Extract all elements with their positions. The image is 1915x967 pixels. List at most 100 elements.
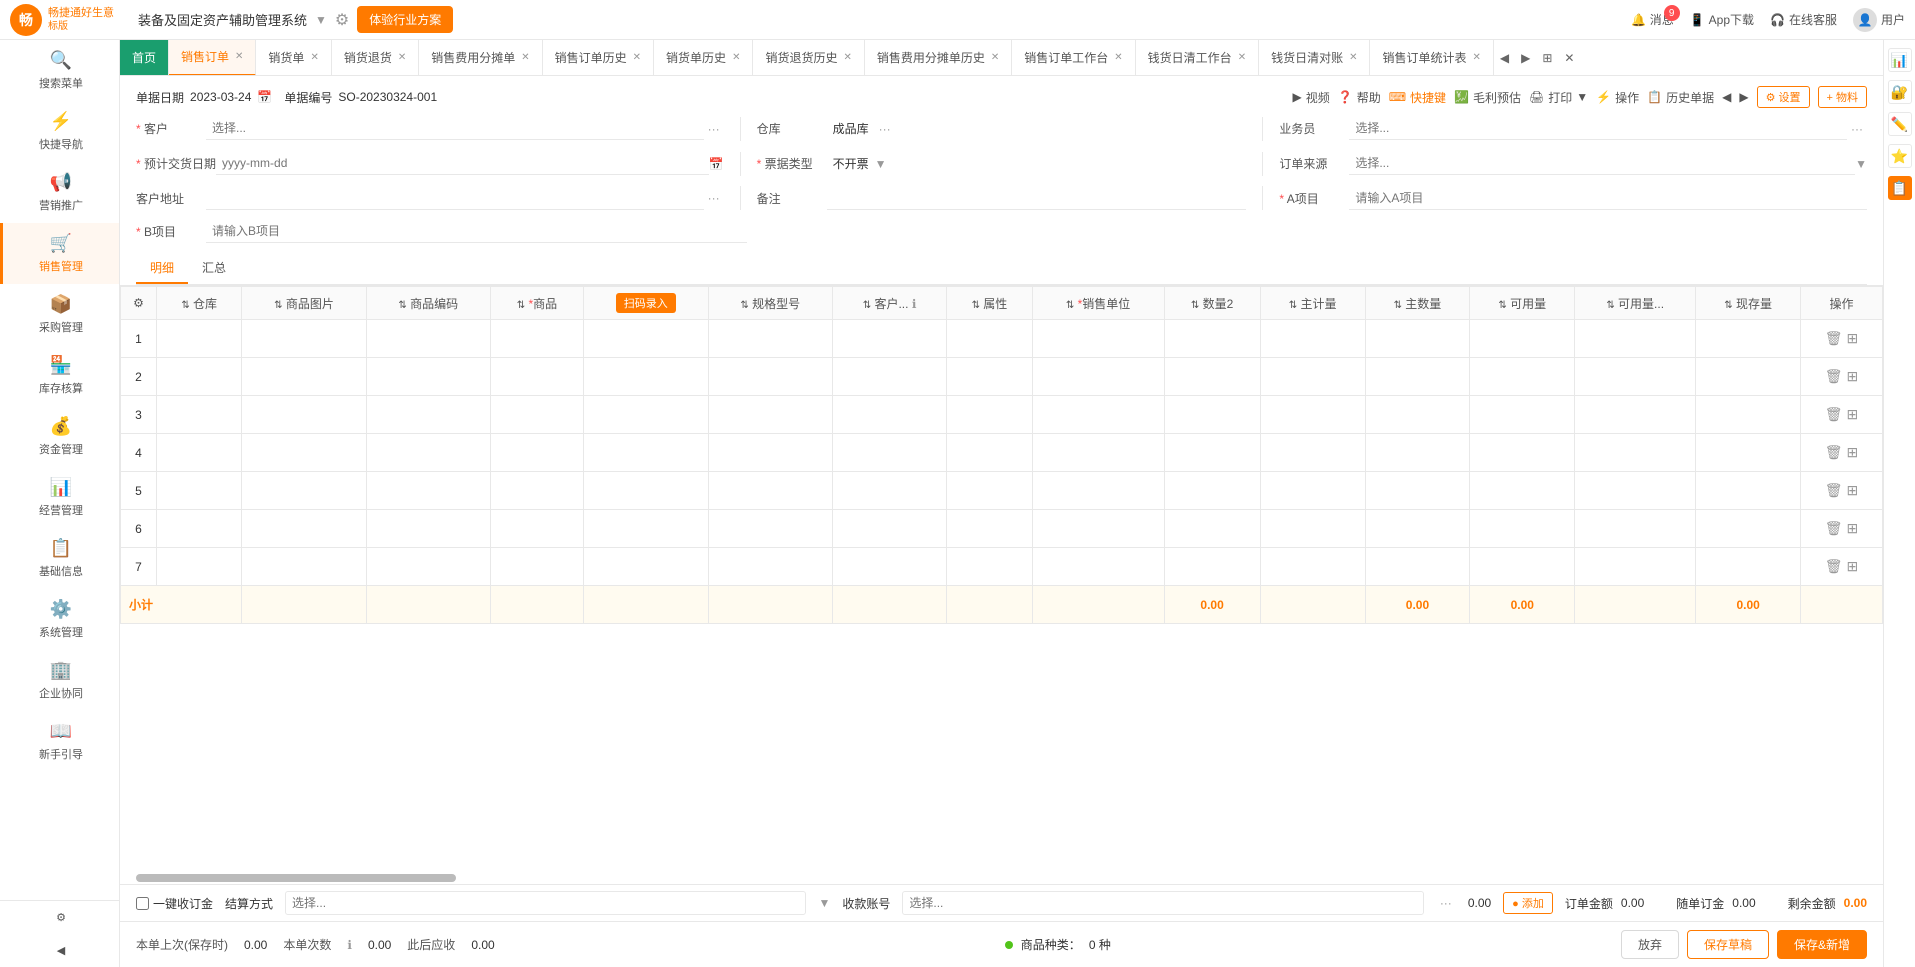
sort-icon[interactable]: ⇅ <box>1606 300 1614 311</box>
tab-nav-close-all[interactable]: ✕ <box>1558 51 1580 65</box>
sort-icon[interactable]: ⇅ <box>1066 300 1074 311</box>
sort-icon[interactable]: ⇅ <box>740 300 748 311</box>
history-btn[interactable]: 📋 历史单据 <box>1647 89 1714 106</box>
sidebar-item-marketing[interactable]: 📢 营销推广 <box>0 162 119 223</box>
row-product-image[interactable] <box>242 320 366 358</box>
address-more-icon[interactable]: ··· <box>704 191 724 205</box>
note-input[interactable] <box>827 187 1247 210</box>
invoice-dropdown-icon[interactable]: ▼ <box>875 157 887 171</box>
sort-icon[interactable]: ⇅ <box>1289 300 1297 311</box>
sort-icon[interactable]: ⇅ <box>863 300 871 311</box>
tab-close-icon[interactable]: ✕ <box>633 52 641 63</box>
sidebar-item-operations[interactable]: 📊 经营管理 <box>0 467 119 528</box>
sidebar-item-system[interactable]: ⚙️ 系统管理 <box>0 589 119 650</box>
tab-nav-prev[interactable]: ◀ <box>1494 51 1515 65</box>
warehouse-more-icon[interactable]: ··· <box>875 122 895 136</box>
row-spec[interactable] <box>708 320 832 358</box>
row-available-qty[interactable] <box>1575 320 1696 358</box>
tab-close-icon[interactable]: ✕ <box>398 52 406 63</box>
tab-close-icon[interactable]: ✕ <box>1349 52 1357 63</box>
calendar-icon[interactable]: 📅 <box>257 90 272 104</box>
bank-more-icon[interactable]: ··· <box>1436 896 1456 910</box>
add-payment-button[interactable]: ● 添加 <box>1503 892 1553 914</box>
row-main-unit[interactable] <box>1260 320 1365 358</box>
row-main-quantity[interactable] <box>1365 320 1470 358</box>
customer-input[interactable] <box>206 117 704 140</box>
tab-sales-summary[interactable]: 销售订单统计表 ✕ <box>1370 40 1493 76</box>
info-icon[interactable]: ℹ <box>912 297 917 311</box>
right-panel-icon-1[interactable]: 📊 <box>1888 48 1912 72</box>
row-copy-btn[interactable]: ⊞ <box>1847 330 1859 347</box>
sort-icon[interactable]: ⇅ <box>1394 300 1402 311</box>
nav-prev[interactable]: ◀ <box>1722 90 1731 104</box>
tab-fee-split[interactable]: 销售费用分摊单 ✕ <box>419 40 542 76</box>
tab-detail[interactable]: 明细 <box>136 253 188 284</box>
row-delete-btn[interactable]: 🗑 <box>1825 482 1843 499</box>
row-customer-code[interactable] <box>832 320 946 358</box>
row-copy-btn[interactable]: ⊞ <box>1847 520 1859 537</box>
sidebar-item-finance[interactable]: 💰 资金管理 <box>0 406 119 467</box>
payment-dropdown-icon[interactable]: ▼ <box>818 896 830 910</box>
scan-button[interactable]: 扫码录入 <box>616 293 676 313</box>
row-delete-btn[interactable]: 🗑 <box>1825 520 1843 537</box>
tab-return-history[interactable]: 销货单历史 ✕ <box>654 40 753 76</box>
info-icon-2[interactable]: ℹ <box>347 938 352 952</box>
row-delete-btn[interactable]: 🗑 <box>1825 368 1843 385</box>
tab-close-icon[interactable]: ✕ <box>310 52 318 63</box>
horizontal-scrollbar[interactable] <box>136 874 456 882</box>
tab-sales-return[interactable]: 销货单 ✕ <box>256 40 331 76</box>
a-project-input[interactable] <box>1349 187 1867 210</box>
right-panel-icon-2[interactable]: 🔐 <box>1888 80 1912 104</box>
row-sales-unit[interactable] <box>1032 320 1164 358</box>
salesperson-input[interactable] <box>1349 117 1847 140</box>
tab-summary[interactable]: 汇总 <box>188 253 240 284</box>
right-panel-icon-5[interactable]: 📋 <box>1888 176 1912 200</box>
tab-sales-order[interactable]: 销售订单 ✕ <box>169 40 256 76</box>
sidebar-item-guide[interactable]: 📖 新手引导 <box>0 711 119 772</box>
sidebar-item-inventory[interactable]: 🏪 库存核算 <box>0 345 119 406</box>
save-draft-button[interactable]: 保存草稿 <box>1687 930 1769 959</box>
row-copy-btn[interactable]: ⊞ <box>1847 368 1859 385</box>
row-product[interactable] <box>490 320 583 358</box>
row-attributes[interactable] <box>947 320 1032 358</box>
settings-icon[interactable]: ⚙ <box>335 10 349 30</box>
row-delete-btn[interactable]: 🗑 <box>1825 330 1843 347</box>
sort-icon[interactable]: ⇅ <box>517 300 525 311</box>
customer-more-icon[interactable]: ··· <box>704 122 724 136</box>
help-btn[interactable]: ❓ 帮助 <box>1338 89 1381 106</box>
tab-close-icon[interactable]: ✕ <box>991 52 999 63</box>
date-value[interactable]: 2023-03-24 <box>190 90 251 104</box>
one-click-payment-checkbox[interactable]: 一键收订金 <box>136 895 213 912</box>
b-project-input[interactable] <box>206 220 747 243</box>
date-icon[interactable]: 📅 <box>709 157 724 171</box>
tab-sales-refund[interactable]: 销货退货 ✕ <box>332 40 419 76</box>
bank-account-input[interactable] <box>902 891 1423 915</box>
sidebar-item-quick-nav[interactable]: ⚡ 快捷导航 <box>0 101 119 162</box>
row-available[interactable] <box>1470 320 1575 358</box>
save-new-button[interactable]: 保存&新增 <box>1777 930 1867 959</box>
sidebar-item-enterprise[interactable]: 🏢 企业协同 <box>0 650 119 711</box>
right-panel-icon-3[interactable]: ✏️ <box>1888 112 1912 136</box>
tab-close-icon[interactable]: ✕ <box>1114 52 1122 63</box>
tab-close-icon[interactable]: ✕ <box>843 52 851 63</box>
print-dropdown-icon[interactable]: ▼ <box>1576 90 1588 104</box>
profit-btn[interactable]: 💹 毛利预估 <box>1454 89 1521 106</box>
shortcut-btn[interactable]: ⌨ 快捷键 <box>1389 89 1446 106</box>
sort-icon[interactable]: ⇅ <box>1724 300 1732 311</box>
tab-close-icon[interactable]: ✕ <box>1473 52 1481 63</box>
row-stock[interactable] <box>1696 320 1801 358</box>
tab-nav-next[interactable]: ▶ <box>1515 51 1536 65</box>
system-dropdown-icon[interactable]: ▼ <box>315 13 327 27</box>
row-copy-btn[interactable]: ⊞ <box>1847 482 1859 499</box>
delivery-date-input[interactable] <box>216 152 709 175</box>
sort-icon[interactable]: ⇅ <box>1498 300 1506 311</box>
tab-fee-history[interactable]: 销售费用分摊单历史 ✕ <box>865 40 1012 76</box>
print-btn[interactable]: 🖨 打印 ▼ <box>1529 89 1588 106</box>
sidebar-item-search[interactable]: 🔍 搜索菜单 <box>0 40 119 101</box>
sidebar-item-basic[interactable]: 📋 基础信息 <box>0 528 119 589</box>
order-source-dropdown-icon[interactable]: ▼ <box>1855 157 1867 171</box>
tab-refund-history[interactable]: 销货退货历史 ✕ <box>753 40 864 76</box>
tab-close-icon[interactable]: ✕ <box>235 51 243 62</box>
sort-icon[interactable]: ⇅ <box>274 300 282 311</box>
tab-nav-expand[interactable]: ⊞ <box>1536 51 1558 65</box>
